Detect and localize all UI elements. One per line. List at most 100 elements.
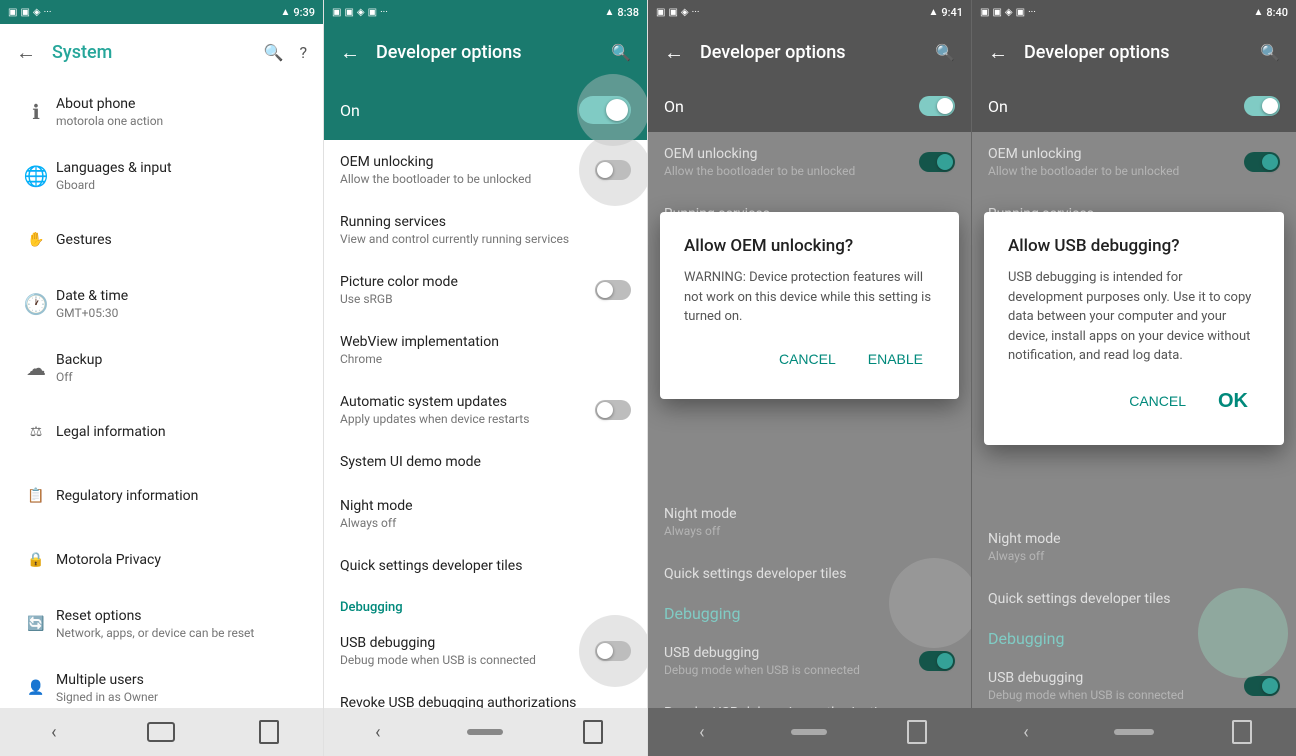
- oem-cancel-button[interactable]: Cancel: [767, 343, 848, 375]
- on-row-right1: On: [648, 80, 971, 132]
- regulatory-text: Regulatory information: [56, 488, 307, 504]
- help-icon-left[interactable]: ?: [299, 43, 307, 62]
- sidebar-item-gestures[interactable]: ✋ Gestures: [0, 208, 323, 272]
- regulatory-title: Regulatory information: [56, 488, 307, 504]
- sidebar-item-privacy[interactable]: 🔒 Motorola Privacy: [0, 528, 323, 592]
- on-toggle-middle[interactable]: [579, 96, 631, 124]
- datetime-icon: 🕐: [16, 284, 56, 324]
- usb-cancel-button[interactable]: Cancel: [1117, 382, 1198, 421]
- on-row-right2: On: [972, 80, 1296, 132]
- notif-icon-m2: ▣: [344, 7, 353, 18]
- toggle-container-middle[interactable]: [579, 96, 631, 124]
- bottom-nav-right2: ‹: [972, 708, 1296, 756]
- night-mode-item[interactable]: Night mode Always off: [324, 484, 647, 544]
- dots-icon-m: ···: [380, 7, 388, 18]
- oem-unlocking-item[interactable]: OEM unlocking Allow the bootloader to be…: [324, 140, 647, 200]
- quick-settings-item[interactable]: Quick settings developer tiles: [324, 544, 647, 588]
- usb-toggle-container[interactable]: [595, 641, 631, 661]
- nav-home-r2[interactable]: [1114, 718, 1154, 746]
- auto-updates-toggle[interactable]: [595, 400, 631, 420]
- usb-toggle[interactable]: [595, 641, 631, 661]
- nav-home-left[interactable]: [141, 718, 181, 746]
- sidebar-item-legal[interactable]: ⚖ Legal information: [0, 400, 323, 464]
- usb-debugging-item[interactable]: USB debugging Debug mode when USB is con…: [324, 621, 647, 681]
- system-demo-item[interactable]: System UI demo mode: [324, 440, 647, 484]
- on-toggle-right2[interactable]: [1244, 96, 1280, 116]
- sidebar-item-languages[interactable]: 🌐 Languages & input Gboard: [0, 144, 323, 208]
- webview-text: WebView implementation Chrome: [340, 334, 631, 366]
- back-icon-right2[interactable]: ←: [988, 40, 1008, 65]
- night-title-r1: Night mode: [664, 506, 955, 522]
- notif-r2-1: ▣: [980, 7, 989, 18]
- recent-shape-left: [259, 720, 279, 744]
- legal-title: Legal information: [56, 424, 307, 440]
- on-toggle-right1[interactable]: [919, 96, 955, 116]
- back-chevron-left: ‹: [51, 722, 56, 743]
- search-icon-left[interactable]: 🔍: [264, 43, 284, 62]
- nav-recent-middle[interactable]: [573, 718, 613, 746]
- revoke-r1: Revoke USB debugging authorizations: [648, 691, 971, 708]
- home-pill-r2: [1114, 729, 1154, 735]
- regulatory-icon: 📋: [16, 476, 56, 516]
- quick-settings-text: Quick settings developer tiles: [340, 558, 631, 574]
- nav-back-r1[interactable]: ‹: [682, 718, 722, 746]
- usb-ok-button[interactable]: OK: [1206, 382, 1260, 421]
- back-icon-left[interactable]: ←: [16, 40, 36, 65]
- night-subtitle-r1: Always off: [664, 524, 955, 538]
- sidebar-item-about[interactable]: ℹ About phone motorola one action: [0, 80, 323, 144]
- usb-debugging-title: USB debugging: [340, 635, 595, 651]
- revoke-usb-title: Revoke USB debugging authorizations: [340, 695, 631, 708]
- back-icon-middle[interactable]: ←: [340, 40, 360, 65]
- sidebar-item-backup[interactable]: ☁ Backup Off: [0, 336, 323, 400]
- picture-color-text: Picture color mode Use sRGB: [340, 274, 595, 306]
- nav-back-left[interactable]: ‹: [34, 718, 74, 746]
- revoke-usb-item[interactable]: Revoke USB debugging authorizations: [324, 681, 647, 708]
- oem-enable-button[interactable]: Enable: [856, 343, 935, 375]
- auto-updates-item[interactable]: Automatic system updates Apply updates w…: [324, 380, 647, 440]
- oem-toggle[interactable]: [595, 160, 631, 180]
- notif-icon-m1: ▣: [332, 7, 341, 18]
- about-subtitle: motorola one action: [56, 114, 307, 128]
- right1-content: OEM unlocking Allow the bootloader to be…: [648, 132, 971, 708]
- on-label-right1: On: [664, 97, 684, 116]
- nav-home-r1[interactable]: [789, 718, 829, 746]
- usb-toggle-r1: [919, 651, 955, 671]
- picture-color-subtitle: Use sRGB: [340, 292, 595, 306]
- nav-recent-r1[interactable]: [897, 718, 937, 746]
- webview-item[interactable]: WebView implementation Chrome: [324, 320, 647, 380]
- usb-dialog-body: USB debugging is intended for developmen…: [1008, 268, 1260, 366]
- oem-toggle-container[interactable]: [595, 160, 631, 180]
- running-services-title: Running services: [340, 214, 631, 230]
- sidebar-item-datetime[interactable]: 🕐 Date & time GMT+05:30: [0, 272, 323, 336]
- picture-color-toggle[interactable]: [595, 280, 631, 300]
- usb-debugging-subtitle: Debug mode when USB is connected: [340, 653, 595, 667]
- revoke-usb-text: Revoke USB debugging authorizations: [340, 695, 631, 708]
- reset-title: Reset options: [56, 608, 307, 624]
- back-icon-right1[interactable]: ←: [664, 40, 684, 65]
- search-icon-right2[interactable]: 🔍: [1260, 43, 1280, 62]
- search-icon-middle[interactable]: 🔍: [611, 43, 631, 62]
- auto-updates-text: Automatic system updates Apply updates w…: [340, 394, 595, 426]
- app-bar-right2: ← Developer options 🔍: [972, 24, 1296, 80]
- running-services-item[interactable]: Running services View and control curren…: [324, 200, 647, 260]
- nav-recent-left[interactable]: [249, 718, 289, 746]
- picture-color-item[interactable]: Picture color mode Use sRGB: [324, 260, 647, 320]
- nav-recent-r2[interactable]: [1222, 718, 1262, 746]
- nav-back-r2[interactable]: ‹: [1006, 718, 1046, 746]
- usb-title-r1: USB debugging: [664, 645, 919, 661]
- notif-r2-3: ◈: [1005, 7, 1013, 18]
- gestures-title: Gestures: [56, 232, 307, 248]
- nav-home-middle[interactable]: [465, 718, 505, 746]
- nav-back-middle[interactable]: ‹: [358, 718, 398, 746]
- oem-toggle-r1: [919, 152, 955, 172]
- users-text: Multiple users Signed in as Owner: [56, 672, 307, 704]
- search-icon-right1[interactable]: 🔍: [935, 43, 955, 62]
- usb-dialog-actions: Cancel OK: [1008, 382, 1260, 421]
- reset-icon: 🔄: [16, 604, 56, 644]
- picture-color-title: Picture color mode: [340, 274, 595, 290]
- sidebar-item-users[interactable]: 👤 Multiple users Signed in as Owner: [0, 656, 323, 708]
- oem-subtitle-r2: Allow the bootloader to be unlocked: [988, 164, 1244, 178]
- sidebar-item-regulatory[interactable]: 📋 Regulatory information: [0, 464, 323, 528]
- sidebar-item-reset[interactable]: 🔄 Reset options Network, apps, or device…: [0, 592, 323, 656]
- system-demo-title: System UI demo mode: [340, 454, 631, 470]
